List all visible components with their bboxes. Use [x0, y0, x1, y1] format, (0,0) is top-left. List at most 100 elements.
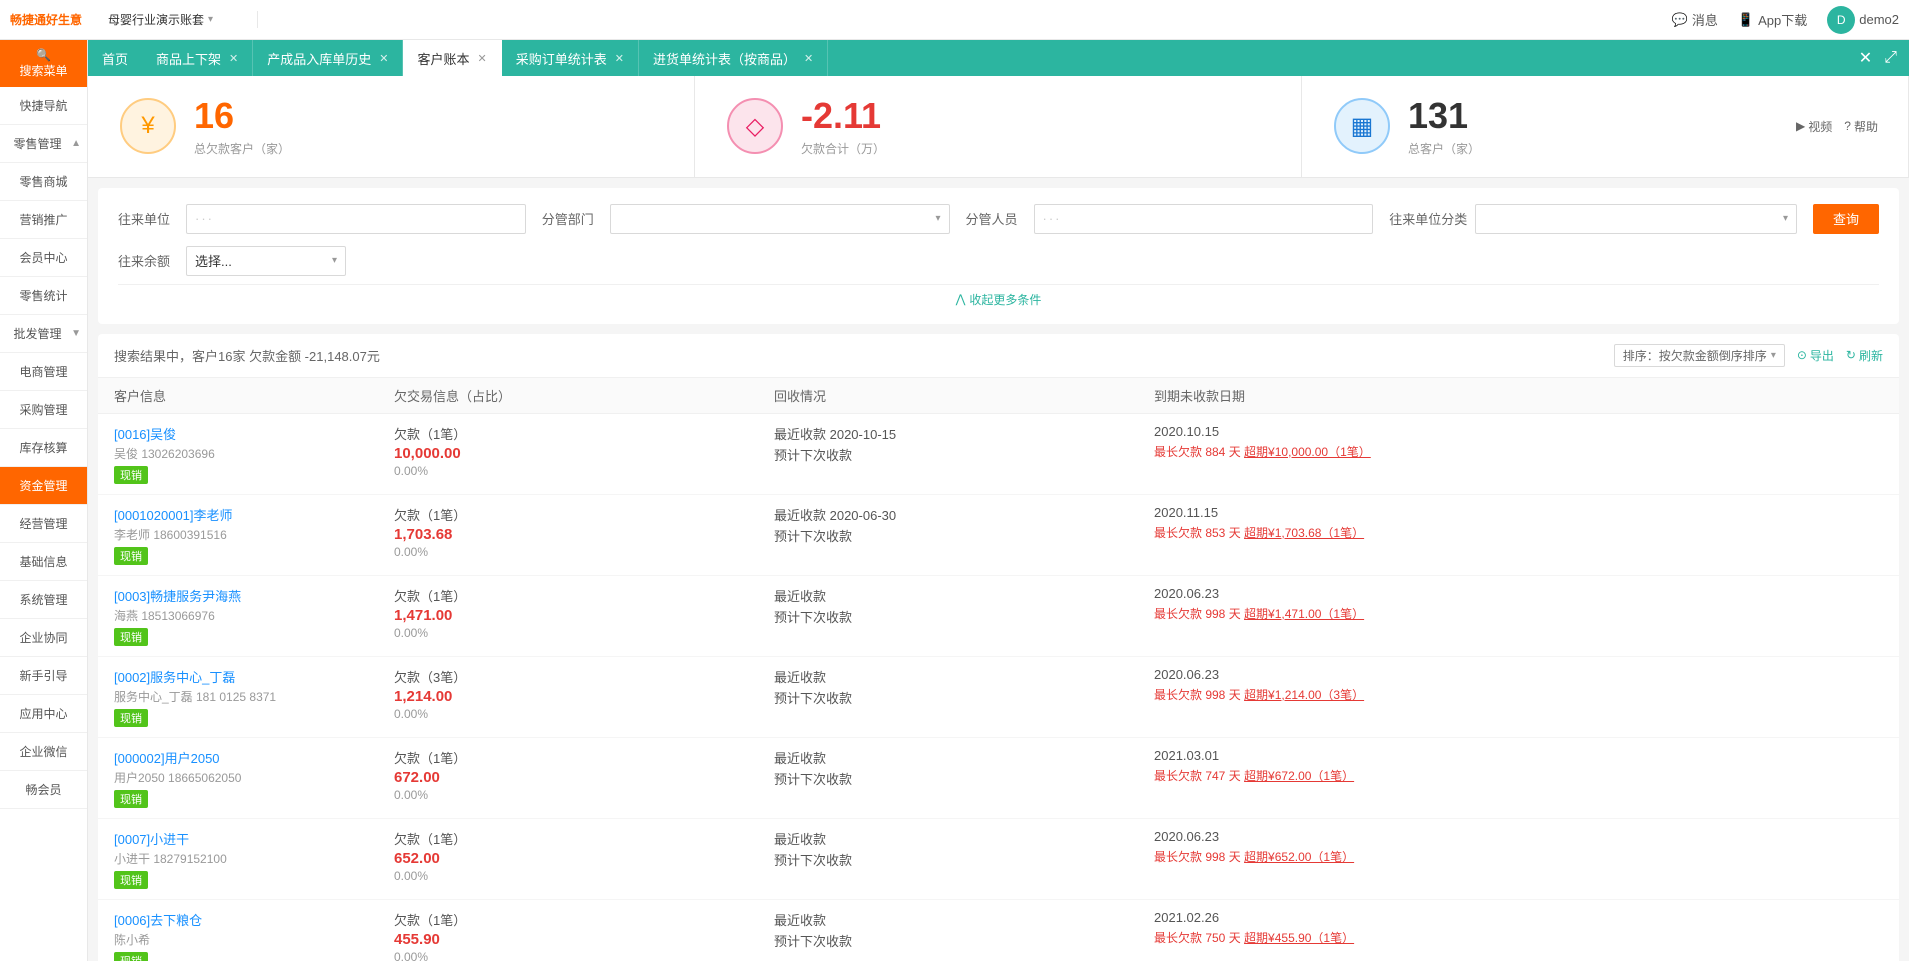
user-action[interactable]: D demo2: [1827, 6, 1899, 34]
sidebar-item-quick-nav[interactable]: 快捷导航: [0, 87, 87, 125]
dept-select[interactable]: ▾: [610, 204, 950, 234]
top-bar: 畅捷通好生意 母婴行业演示账套 ▾ 💬 消息 📱 App下载 D demo2: [0, 0, 1909, 40]
sidebar-label-app-center: 应用中心: [19, 707, 67, 721]
overdue-amount-2[interactable]: 超期¥1,471.00（1笔）: [1244, 607, 1364, 621]
tab-purchase-stats[interactable]: 采购订单统计表 ✕: [502, 40, 639, 76]
sidebar-item-guide[interactable]: 新手引导: [0, 657, 87, 695]
app-download-action[interactable]: 📱 App下载: [1738, 10, 1807, 29]
refresh-action[interactable]: ↻ 刷新: [1846, 347, 1883, 364]
tab-close-icon[interactable]: ✕: [379, 52, 388, 65]
customer-name-0[interactable]: [0016]吴俊: [114, 424, 394, 443]
sidebar-item-app-center[interactable]: 应用中心: [0, 695, 87, 733]
customer-tag-6: 现销: [114, 952, 148, 961]
from-unit-input[interactable]: ···: [186, 204, 526, 234]
store-selector[interactable]: 母婴行业演示账套 ▾: [98, 11, 258, 28]
customer-name-1[interactable]: [0001020001]李老师: [114, 505, 394, 524]
recovery-next-label-6: 预计下次收款: [774, 931, 852, 950]
sidebar-item-inventory[interactable]: 库存核算: [0, 429, 87, 467]
video-action[interactable]: ▶ 视频: [1796, 118, 1832, 135]
sidebar-item-ecommerce[interactable]: 电商管理: [0, 353, 87, 391]
overdue-amount-0[interactable]: 超期¥10,000.00（1笔）: [1244, 445, 1371, 459]
stat-label-debt: 欠款合计（万）: [801, 140, 885, 157]
person-input[interactable]: ···: [1034, 204, 1374, 234]
sidebar-item-vip[interactable]: 畅会员: [0, 771, 87, 809]
overdue-amount-1[interactable]: 超期¥1,703.68（1笔）: [1244, 526, 1364, 540]
overdue-amount-6[interactable]: 超期¥455.90（1笔）: [1244, 931, 1354, 945]
sidebar-item-member[interactable]: 会员中心: [0, 239, 87, 277]
sidebar-item-finance[interactable]: 资金管理: [0, 467, 87, 505]
tab-product-history[interactable]: 产成品入库单历史 ✕: [253, 40, 403, 76]
debt-ratio-6: 0.00%: [394, 950, 774, 961]
customer-name-5[interactable]: [0007]小进干: [114, 829, 394, 848]
tab-close-icon[interactable]: ✕: [615, 52, 624, 65]
balance-placeholder: 选择...: [195, 251, 232, 270]
customer-name-6[interactable]: [0006]去下粮仓: [114, 910, 394, 929]
tab-close-icon[interactable]: ✕: [229, 52, 238, 65]
tab-close-icon[interactable]: ✕: [478, 52, 487, 65]
tab-customer-account[interactable]: 客户账本 ✕: [403, 40, 501, 76]
overdue-amount-3[interactable]: 超期¥1,214.00（3笔）: [1244, 688, 1364, 702]
sidebar-label-finance: 资金管理: [19, 479, 67, 493]
col-header-debt: 欠交易信息（占比）: [394, 386, 774, 405]
recovery-date-1: 最近收款 2020-06-30: [774, 505, 1154, 524]
sidebar-item-basic-info[interactable]: 基础信息: [0, 543, 87, 581]
batch-mgmt-arrow-icon: ▼: [71, 328, 81, 339]
overdue-amount-5[interactable]: 超期¥652.00（1笔）: [1244, 850, 1354, 864]
tab-maximize-icon[interactable]: ⤢: [1880, 47, 1901, 69]
debt-amount-3: 1,214.00: [394, 688, 774, 705]
date-info-6: 2021.02.26 最长欠款 750 天 超期¥455.90（1笔）: [1154, 910, 1883, 946]
sidebar-item-wechat[interactable]: 企业微信: [0, 733, 87, 771]
recovery-info-6: 最近收款 预计下次收款: [774, 910, 1154, 952]
sidebar-label-retail-mall: 零售商城: [19, 175, 67, 189]
recovery-next-label-4: 预计下次收款: [774, 769, 852, 788]
sidebar-item-batch-mgmt[interactable]: 批发管理 ▼: [0, 315, 87, 353]
export-icon: ⊙: [1797, 348, 1807, 362]
sidebar-label-operations: 经营管理: [19, 517, 67, 531]
tab-close-icon[interactable]: ✕: [804, 52, 813, 65]
balance-select[interactable]: 选择... ▾: [186, 246, 346, 276]
tab-home[interactable]: 首页: [88, 40, 142, 76]
stat-number-total: 131: [1408, 96, 1480, 136]
tab-product-offshelf[interactable]: 商品上下架 ✕: [142, 40, 253, 76]
tab-close-all-icon[interactable]: ✕: [1855, 46, 1876, 70]
debt-info-3: 欠款（3笔） 1,214.00 0.00%: [394, 667, 774, 721]
recovery-info-2: 最近收款 预计下次收款: [774, 586, 1154, 628]
filter-from-unit-label: 往来单位: [118, 209, 178, 228]
customer-name-4[interactable]: [000002]用户2050: [114, 748, 394, 767]
overdue-3: 最长欠款 998 天 超期¥1,214.00（3笔）: [1154, 686, 1883, 703]
sidebar-search[interactable]: 🔍 搜索菜单: [0, 40, 87, 87]
sidebar-item-retail-mgmt[interactable]: 零售管理 ▲: [0, 125, 87, 163]
overdue-4: 最长欠款 747 天 超期¥672.00（1笔）: [1154, 767, 1883, 784]
customer-name-3[interactable]: [0002]服务中心_丁磊: [114, 667, 394, 686]
unit-category-select[interactable]: ▾: [1475, 204, 1797, 234]
recovery-next-1: 预计下次收款: [774, 526, 1154, 545]
filter-dept: 分管部门 ▾: [542, 204, 950, 234]
results-actions: 排序：按欠款金额倒序排序 ▾ ⊙ 导出 ↻ 刷新: [1614, 344, 1883, 367]
sort-select[interactable]: 排序：按欠款金额倒序排序 ▾: [1614, 344, 1785, 367]
export-action[interactable]: ⊙ 导出: [1797, 347, 1834, 364]
sidebar-item-retail-stats[interactable]: 零售统计: [0, 277, 87, 315]
debt-info-0: 欠款（1笔） 10,000.00 0.00%: [394, 424, 774, 478]
customer-name-2[interactable]: [0003]畅捷服务尹海燕: [114, 586, 394, 605]
avatar: D: [1827, 6, 1855, 34]
sidebar-item-system[interactable]: 系统管理: [0, 581, 87, 619]
query-button[interactable]: 查询: [1813, 204, 1879, 234]
sidebar-item-enterprise[interactable]: 企业协同: [0, 619, 87, 657]
main-body: 🔍 搜索菜单 快捷导航 零售管理 ▲ 零售商城 营销推广 会员中心 零售统计: [0, 40, 1909, 961]
tab-home-label: 首页: [102, 49, 128, 68]
sidebar-item-purchase[interactable]: 采购管理: [0, 391, 87, 429]
sidebar-item-retail-mall[interactable]: 零售商城: [0, 163, 87, 201]
customer-contact-5: 小进干 18279152100: [114, 850, 394, 867]
help-action[interactable]: ? 帮助: [1844, 118, 1878, 135]
message-action[interactable]: 💬 消息: [1672, 10, 1718, 29]
tab-import-stats[interactable]: 进货单统计表（按商品） ✕: [639, 40, 828, 76]
store-name: 母婴行业演示账套: [108, 11, 204, 28]
sidebar-item-operations[interactable]: 经营管理: [0, 505, 87, 543]
recovery-date-0: 最近收款 2020-10-15: [774, 424, 1154, 443]
collapse-button[interactable]: ⋀ 收起更多条件: [118, 284, 1879, 314]
sidebar-label-retail-mgmt: 零售管理: [6, 135, 69, 152]
tab-product-offshelf-label: 商品上下架: [156, 49, 221, 68]
overdue-amount-4[interactable]: 超期¥672.00（1笔）: [1244, 769, 1354, 783]
sidebar-item-marketing[interactable]: 营销推广: [0, 201, 87, 239]
filter-unit-category: 往来单位分类 ▾: [1389, 204, 1797, 234]
